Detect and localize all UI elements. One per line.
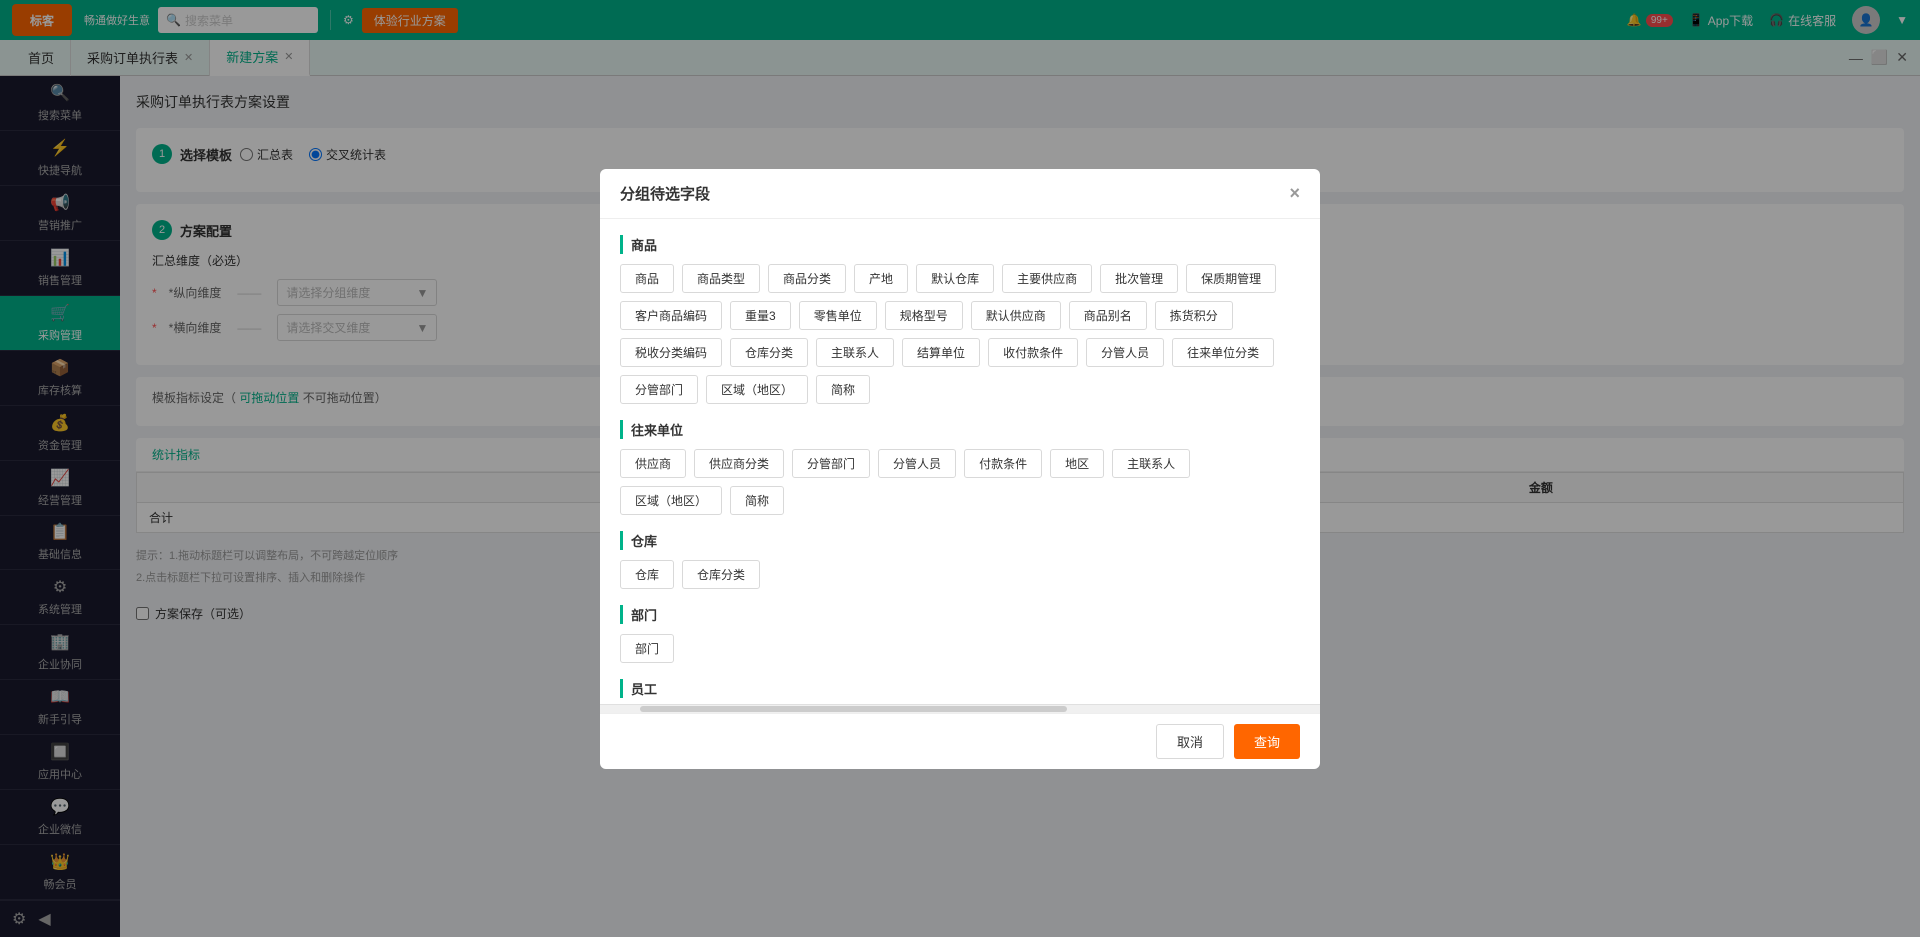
tag-goods-0[interactable]: 商品 <box>620 264 674 293</box>
section-title-goods: 商品 <box>620 235 1300 254</box>
tag-goods-19[interactable]: 收付款条件 <box>988 338 1078 367</box>
tag-partner-1[interactable]: 供应商分类 <box>694 449 784 478</box>
tag-goods-12[interactable]: 默认供应商 <box>971 301 1061 330</box>
field-section-employee: 员工 业务员 <box>620 679 1300 704</box>
scrollbar-thumb[interactable] <box>640 706 1067 712</box>
tag-partner-3[interactable]: 分管人员 <box>878 449 956 478</box>
department-tags: 部门 <box>620 634 1300 663</box>
modal-close-btn[interactable]: × <box>1289 183 1300 204</box>
tag-warehouse-1[interactable]: 仓库分类 <box>682 560 760 589</box>
partner-tags: 供应商 供应商分类 分管部门 分管人员 付款条件 地区 主联系人 区域（地区） … <box>620 449 1300 515</box>
field-section-partner: 往来单位 供应商 供应商分类 分管部门 分管人员 付款条件 地区 主联系人 区域… <box>620 420 1300 515</box>
tag-goods-3[interactable]: 产地 <box>854 264 908 293</box>
tag-goods-5[interactable]: 主要供应商 <box>1002 264 1092 293</box>
warehouse-tags: 仓库 仓库分类 <box>620 560 1300 589</box>
confirm-button[interactable]: 查询 <box>1234 724 1300 759</box>
section-title-employee: 员工 <box>620 679 1300 698</box>
tag-goods-14[interactable]: 拣货积分 <box>1155 301 1233 330</box>
tag-goods-11[interactable]: 规格型号 <box>885 301 963 330</box>
tag-partner-6[interactable]: 主联系人 <box>1112 449 1190 478</box>
tag-goods-8[interactable]: 客户商品编码 <box>620 301 722 330</box>
modal-horizontal-scrollbar[interactable] <box>600 704 1320 713</box>
tag-partner-7[interactable]: 区域（地区） <box>620 486 722 515</box>
tag-goods-20[interactable]: 分管人员 <box>1086 338 1164 367</box>
tag-goods-21[interactable]: 往来单位分类 <box>1172 338 1274 367</box>
tag-goods-22[interactable]: 分管部门 <box>620 375 698 404</box>
tag-department-0[interactable]: 部门 <box>620 634 674 663</box>
tag-goods-7[interactable]: 保质期管理 <box>1186 264 1276 293</box>
tag-partner-0[interactable]: 供应商 <box>620 449 686 478</box>
cancel-button[interactable]: 取消 <box>1156 724 1224 759</box>
modal-footer: 取消 查询 <box>600 713 1320 769</box>
section-title-department: 部门 <box>620 605 1300 624</box>
tag-partner-5[interactable]: 地区 <box>1050 449 1104 478</box>
modal-title: 分组待选字段 <box>620 183 710 204</box>
tag-goods-4[interactable]: 默认仓库 <box>916 264 994 293</box>
tag-goods-17[interactable]: 主联系人 <box>816 338 894 367</box>
tag-goods-9[interactable]: 重量3 <box>730 301 791 330</box>
tag-partner-8[interactable]: 简称 <box>730 486 784 515</box>
field-section-goods: 商品 商品 商品类型 商品分类 产地 默认仓库 主要供应商 批次管理 保质期管理… <box>620 235 1300 404</box>
tag-goods-13[interactable]: 商品别名 <box>1069 301 1147 330</box>
section-title-warehouse: 仓库 <box>620 531 1300 550</box>
tag-goods-15[interactable]: 税收分类编码 <box>620 338 722 367</box>
tag-goods-18[interactable]: 结算单位 <box>902 338 980 367</box>
modal-overlay: 分组待选字段 × 商品 商品 商品类型 商品分类 产地 默认仓库 主要供应商 批… <box>0 0 1920 937</box>
goods-tags: 商品 商品类型 商品分类 产地 默认仓库 主要供应商 批次管理 保质期管理 客户… <box>620 264 1300 404</box>
tag-goods-1[interactable]: 商品类型 <box>682 264 760 293</box>
tag-partner-2[interactable]: 分管部门 <box>792 449 870 478</box>
tag-goods-23[interactable]: 区域（地区） <box>706 375 808 404</box>
tag-goods-16[interactable]: 仓库分类 <box>730 338 808 367</box>
tag-warehouse-0[interactable]: 仓库 <box>620 560 674 589</box>
field-section-warehouse: 仓库 仓库 仓库分类 <box>620 531 1300 589</box>
field-select-modal: 分组待选字段 × 商品 商品 商品类型 商品分类 产地 默认仓库 主要供应商 批… <box>600 169 1320 769</box>
modal-body: 商品 商品 商品类型 商品分类 产地 默认仓库 主要供应商 批次管理 保质期管理… <box>600 219 1320 704</box>
tag-goods-6[interactable]: 批次管理 <box>1100 264 1178 293</box>
section-title-partner: 往来单位 <box>620 420 1300 439</box>
tag-partner-4[interactable]: 付款条件 <box>964 449 1042 478</box>
tag-goods-2[interactable]: 商品分类 <box>768 264 846 293</box>
tag-goods-24[interactable]: 简称 <box>816 375 870 404</box>
tag-goods-10[interactable]: 零售单位 <box>799 301 877 330</box>
modal-header: 分组待选字段 × <box>600 169 1320 219</box>
field-section-department: 部门 部门 <box>620 605 1300 663</box>
